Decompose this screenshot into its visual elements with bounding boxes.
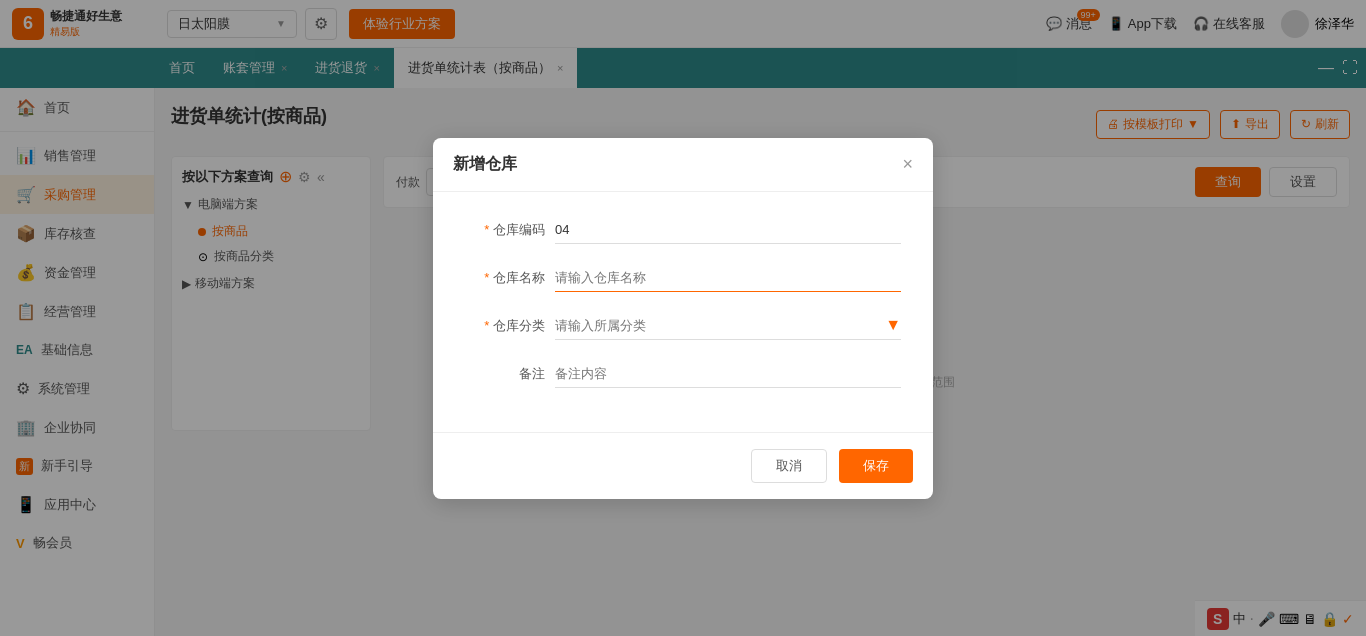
code-label: * 仓库编码 xyxy=(465,221,555,239)
save-button[interactable]: 保存 xyxy=(839,449,913,483)
modal-footer: 取消 保存 xyxy=(433,432,933,499)
required-star-code: * xyxy=(484,222,489,237)
notes-input[interactable] xyxy=(555,360,901,388)
form-row-category: * 仓库分类 ▼ xyxy=(465,312,901,340)
form-row-code: * 仓库编码 xyxy=(465,216,901,244)
form-row-notes: 备注 xyxy=(465,360,901,388)
modal-overlay: 新增仓库 × * 仓库编码 * 仓库名称 xyxy=(0,0,1366,636)
form-row-name: * 仓库名称 xyxy=(465,264,901,292)
add-warehouse-modal: 新增仓库 × * 仓库编码 * 仓库名称 xyxy=(433,138,933,499)
required-star-category: * xyxy=(484,318,489,333)
cancel-button[interactable]: 取消 xyxy=(751,449,827,483)
category-select-wrapper: ▼ xyxy=(555,312,901,340)
warehouse-code-input[interactable] xyxy=(555,216,901,244)
category-form-label: * 仓库分类 xyxy=(465,317,555,335)
category-dropdown-icon[interactable]: ▼ xyxy=(885,316,901,334)
modal-body: * 仓库编码 * 仓库名称 * 仓库分类 xyxy=(433,192,933,432)
category-select-input[interactable] xyxy=(555,312,885,339)
required-star-name: * xyxy=(484,270,489,285)
name-label: * 仓库名称 xyxy=(465,269,555,287)
modal-title: 新增仓库 xyxy=(453,154,517,175)
warehouse-name-input[interactable] xyxy=(555,264,901,292)
modal-header: 新增仓库 × xyxy=(433,138,933,192)
notes-label: 备注 xyxy=(465,365,555,383)
modal-close-icon[interactable]: × xyxy=(902,154,913,175)
